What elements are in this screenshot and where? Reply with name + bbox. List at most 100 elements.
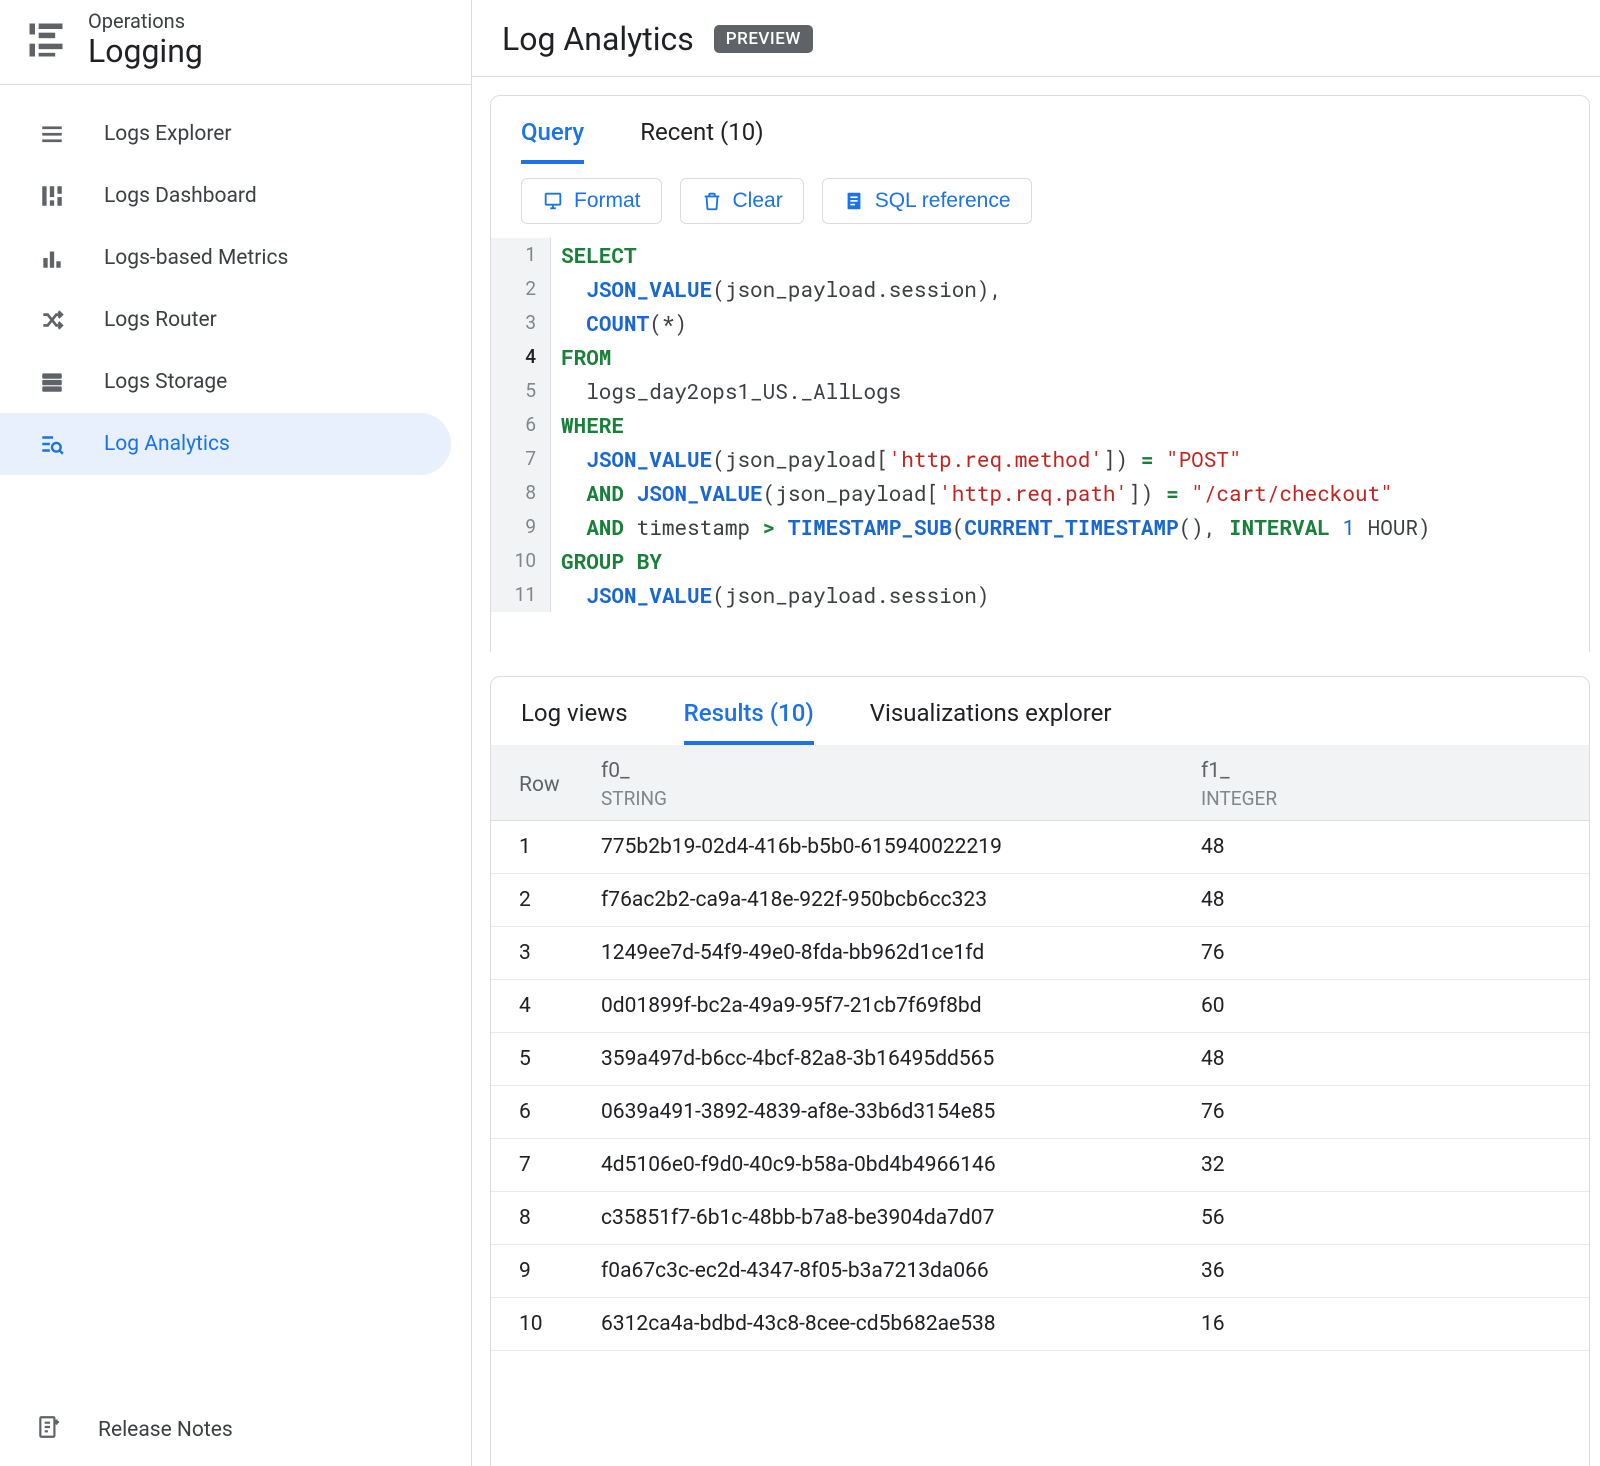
query-panel: Query Recent (10) Format Clear SQL refer…: [490, 95, 1590, 652]
cell-f0: c35851f7-6b1c-48bb-b7a8-be3904da7d07: [591, 1192, 1191, 1245]
table-row[interactable]: 31249ee7d-54f9-49e0-8fda-bb962d1ce1fd76: [491, 927, 1589, 980]
table-row[interactable]: 8c35851f7-6b1c-48bb-b7a8-be3904da7d0756: [491, 1192, 1589, 1245]
sidebar-item-log-analytics[interactable]: Log Analytics: [0, 413, 451, 475]
cell-f0: 775b2b19-02d4-416b-b5b0-615940022219: [591, 821, 1191, 874]
cell-f0: 0d01899f-bc2a-49a9-95f7-21cb7f69f8bd: [591, 980, 1191, 1033]
code-line: WHERE: [551, 408, 624, 442]
line-number: 5: [491, 374, 551, 408]
tab-query[interactable]: Query: [521, 118, 584, 164]
cell-f1: 48: [1191, 874, 1589, 927]
line-number: 7: [491, 442, 551, 476]
product-title: Logging: [88, 33, 203, 70]
sidebar-item-label: Logs Explorer: [104, 122, 232, 146]
table-row[interactable]: 2f76ac2b2-ca9a-418e-922f-950bcb6cc32348: [491, 874, 1589, 927]
sidebar-item-label: Logs-based Metrics: [104, 246, 288, 270]
column-type: STRING: [601, 783, 1181, 810]
sidebar-nav: Logs Explorer Logs Dashboard Logs-based Me…: [0, 85, 471, 1384]
cell-f0: 359a497d-b6cc-4bcf-82a8-3b16495dd565: [591, 1033, 1191, 1086]
cell-row: 1: [491, 821, 591, 874]
document-icon: [843, 190, 865, 212]
line-number: 10: [491, 544, 551, 578]
code-line: JSON_VALUE(json_payload.session): [551, 578, 990, 612]
result-tabs: Log views Results (10) Visualizations ex…: [491, 677, 1589, 745]
code-line: AND JSON_VALUE(json_payload['http.req.pa…: [551, 476, 1393, 510]
editor-line[interactable]: 1SELECT: [491, 238, 1589, 272]
table-row[interactable]: 5359a497d-b6cc-4bcf-82a8-3b16495dd56548: [491, 1033, 1589, 1086]
column-header-f0[interactable]: f0_STRING: [591, 745, 1191, 821]
line-number: 11: [491, 578, 551, 612]
sidebar-item-label: Logs Router: [104, 308, 217, 332]
logging-product-icon: [24, 18, 68, 62]
line-number: 2: [491, 272, 551, 306]
dashboard-icon: [36, 183, 68, 209]
line-number: 8: [491, 476, 551, 510]
sidebar-item-label: Log Analytics: [104, 432, 230, 456]
table-row[interactable]: 1775b2b19-02d4-416b-b5b0-61594002221948: [491, 821, 1589, 874]
cell-row: 6: [491, 1086, 591, 1139]
cell-row: 10: [491, 1298, 591, 1351]
format-icon: [542, 190, 564, 212]
table-row[interactable]: 40d01899f-bc2a-49a9-95f7-21cb7f69f8bd60: [491, 980, 1589, 1033]
column-header-row[interactable]: Row: [491, 745, 591, 821]
table-row[interactable]: 60639a491-3892-4839-af8e-33b6d3154e8576: [491, 1086, 1589, 1139]
code-line: JSON_VALUE(json_payload.session),: [551, 272, 1002, 306]
code-line: GROUP BY: [551, 544, 662, 578]
editor-line[interactable]: 6WHERE: [491, 408, 1589, 442]
editor-line[interactable]: 11 JSON_VALUE(json_payload.session): [491, 578, 1589, 612]
cell-f1: 36: [1191, 1245, 1589, 1298]
table-row[interactable]: 9f0a67c3c-ec2d-4347-8f05-b3a7213da06636: [491, 1245, 1589, 1298]
cell-row: 3: [491, 927, 591, 980]
line-number: 4: [491, 340, 551, 374]
code-line: COUNT(*): [551, 306, 687, 340]
editor-line[interactable]: 4FROM: [491, 340, 1589, 374]
cell-f0: f76ac2b2-ca9a-418e-922f-950bcb6cc323: [591, 874, 1191, 927]
editor-line[interactable]: 3 COUNT(*): [491, 306, 1589, 340]
release-notes-label: Release Notes: [98, 1418, 233, 1442]
cell-row: 8: [491, 1192, 591, 1245]
cell-f1: 48: [1191, 821, 1589, 874]
tab-recent[interactable]: Recent (10): [640, 118, 763, 164]
clear-button[interactable]: Clear: [680, 178, 804, 224]
sidebar-item-release-notes[interactable]: Release Notes: [0, 1384, 471, 1466]
sql-reference-label: SQL reference: [875, 189, 1011, 213]
shuffle-icon: [36, 307, 68, 333]
editor-line[interactable]: 5 logs_day2ops1_US._AllLogs: [491, 374, 1589, 408]
cell-f0: f0a67c3c-ec2d-4347-8f05-b3a7213da066: [591, 1245, 1191, 1298]
sidebar-item-logs-based-metrics[interactable]: Logs-based Metrics: [0, 227, 451, 289]
tab-results[interactable]: Results (10): [684, 699, 814, 745]
sql-reference-button[interactable]: SQL reference: [822, 178, 1032, 224]
product-header: Operations Logging: [0, 0, 471, 85]
cell-f0: 6312ca4a-bdbd-43c8-8cee-cd5b682ae538: [591, 1298, 1191, 1351]
query-toolbar: Format Clear SQL reference: [491, 164, 1589, 238]
cell-f0: 0639a491-3892-4839-af8e-33b6d3154e85: [591, 1086, 1191, 1139]
editor-line[interactable]: 2 JSON_VALUE(json_payload.session),: [491, 272, 1589, 306]
tab-visualizations-explorer[interactable]: Visualizations explorer: [870, 699, 1112, 745]
line-number: 6: [491, 408, 551, 442]
table-row[interactable]: 106312ca4a-bdbd-43c8-8cee-cd5b682ae53816: [491, 1298, 1589, 1351]
release-notes-icon: [36, 1414, 62, 1446]
cell-row: 5: [491, 1033, 591, 1086]
product-category: Operations: [88, 10, 203, 33]
line-number: 1: [491, 238, 551, 272]
format-button[interactable]: Format: [521, 178, 662, 224]
cell-f1: 32: [1191, 1139, 1589, 1192]
tab-log-views[interactable]: Log views: [521, 699, 628, 745]
main-content: Log Analytics PREVIEW Query Recent (10) …: [472, 0, 1600, 1466]
editor-line[interactable]: 7 JSON_VALUE(json_payload['http.req.meth…: [491, 442, 1589, 476]
sidebar-item-logs-storage[interactable]: Logs Storage: [0, 351, 451, 413]
editor-line[interactable]: 8 AND JSON_VALUE(json_payload['http.req.…: [491, 476, 1589, 510]
sidebar-item-logs-explorer[interactable]: Logs Explorer: [0, 103, 451, 165]
page-title: Log Analytics: [502, 20, 694, 58]
sidebar-item-logs-dashboard[interactable]: Logs Dashboard: [0, 165, 451, 227]
code-line: logs_day2ops1_US._AllLogs: [551, 374, 901, 408]
column-name: Row: [519, 773, 560, 797]
column-header-f1[interactable]: f1_INTEGER: [1191, 745, 1589, 821]
editor-line[interactable]: 9 AND timestamp > TIMESTAMP_SUB(CURRENT_…: [491, 510, 1589, 544]
cell-row: 7: [491, 1139, 591, 1192]
table-row[interactable]: 74d5106e0-f9d0-40c9-b58a-0bd4b496614632: [491, 1139, 1589, 1192]
editor-line[interactable]: 10GROUP BY: [491, 544, 1589, 578]
sidebar-item-logs-router[interactable]: Logs Router: [0, 289, 451, 351]
results-table: Row f0_STRINGf1_INTEGER 1775b2b19-02d4-41…: [491, 745, 1589, 1351]
results-panel: Log views Results (10) Visualizations ex…: [490, 676, 1590, 1466]
sql-editor[interactable]: 1SELECT2 JSON_VALUE(json_payload.session…: [491, 238, 1589, 612]
